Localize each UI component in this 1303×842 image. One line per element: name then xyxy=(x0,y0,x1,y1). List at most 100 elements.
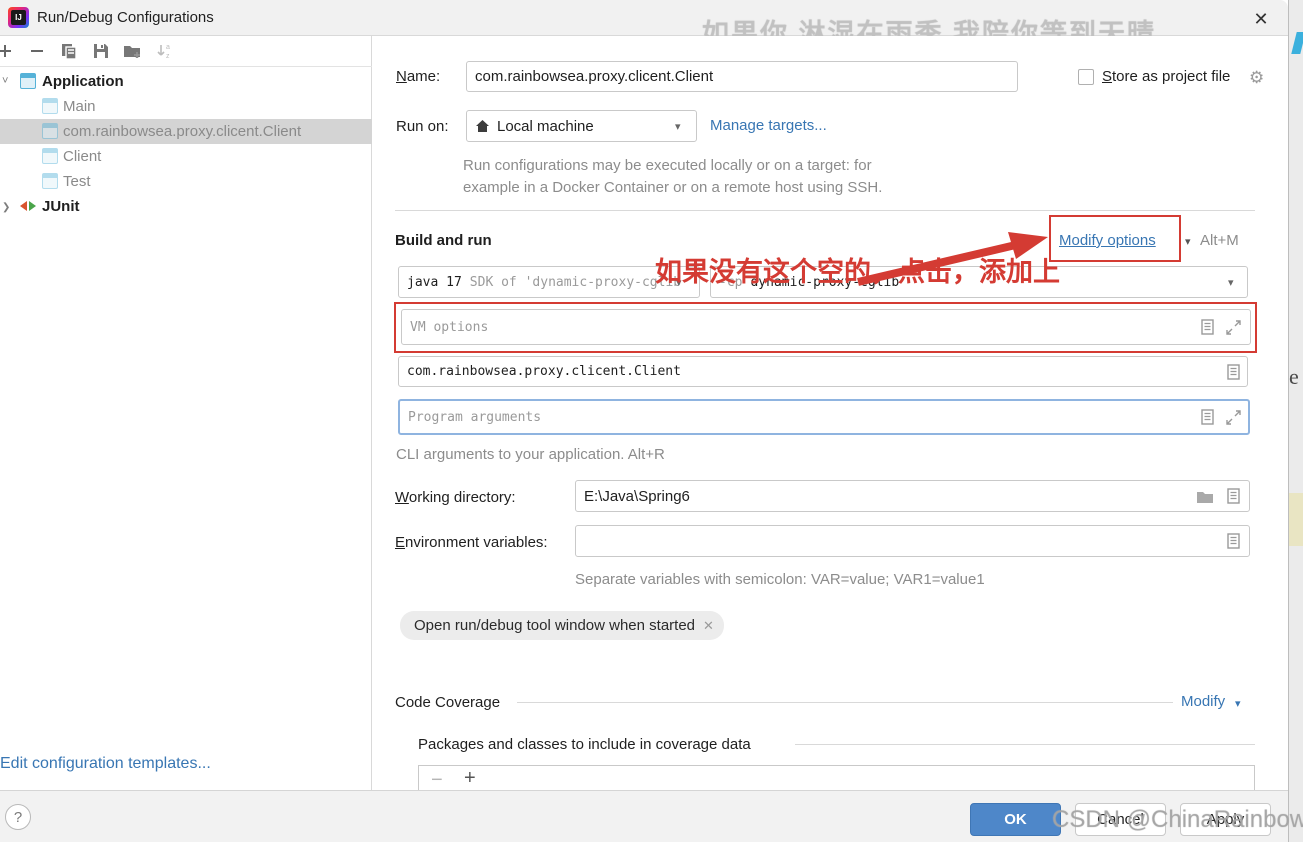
window-title: Run/Debug Configurations xyxy=(37,9,214,26)
run-on-dropdown[interactable]: Local machine xyxy=(466,110,697,142)
junit-icon xyxy=(20,198,36,214)
application-icon xyxy=(42,123,58,139)
svg-text:z: z xyxy=(166,53,170,60)
run-on-help-line2: example in a Docker Container or on a re… xyxy=(463,179,883,196)
apply-button[interactable]: Apply xyxy=(1180,803,1271,836)
application-icon xyxy=(42,98,58,114)
run-on-help-line1: Run configurations may be executed local… xyxy=(463,157,872,174)
manage-targets-link[interactable]: Manage targets... xyxy=(710,117,827,134)
tree-item-junit[interactable]: ❯ JUnit xyxy=(0,194,372,219)
jdk-hint: SDK of 'dynamic-proxy-cglib xyxy=(469,274,682,290)
jre-dropdown[interactable]: java 17 SDK of 'dynamic-proxy-cglib xyxy=(398,266,700,298)
store-as-project-checkbox[interactable] xyxy=(1078,69,1094,85)
svg-text:a: a xyxy=(166,44,170,51)
configuration-form: Name: Store as project file ⚙ Run on: Lo… xyxy=(373,36,1288,790)
list-icon[interactable] xyxy=(1224,487,1242,505)
chevron-right-icon[interactable]: ❯ xyxy=(2,195,16,220)
open-tool-window-chip[interactable]: Open run/debug tool window when started ✕ xyxy=(400,611,724,640)
run-on-label: Run on: xyxy=(396,118,449,135)
application-icon xyxy=(42,173,58,189)
working-directory-input[interactable] xyxy=(575,480,1250,512)
chip-label: Open run/debug tool window when started xyxy=(414,617,696,634)
tree-item-label: Main xyxy=(63,98,96,115)
name-label: Name: xyxy=(396,68,441,85)
divider xyxy=(395,210,1255,211)
tree-item-label: Client xyxy=(63,148,102,165)
remove-icon[interactable] xyxy=(26,40,48,62)
list-icon[interactable] xyxy=(1198,408,1216,426)
run-on-value: Local machine xyxy=(497,117,594,135)
environment-variables-help: Separate variables with semicolon: VAR=v… xyxy=(575,571,985,588)
modify-options-link[interactable]: Modify options xyxy=(1059,232,1156,249)
environment-variables-label: Environment variables: xyxy=(395,534,548,551)
divider xyxy=(795,744,1255,745)
tree-item-label: com.rainbowsea.proxy.clicent.Client xyxy=(63,123,302,140)
program-arguments-input[interactable] xyxy=(398,399,1250,435)
gear-icon[interactable]: ⚙ xyxy=(1249,68,1264,88)
tree-item-label: Test xyxy=(63,173,91,190)
add-icon[interactable]: + xyxy=(464,768,476,788)
remove-icon[interactable]: − xyxy=(431,770,443,790)
coverage-packages-header: Packages and classes to include in cover… xyxy=(418,736,751,753)
cp-flag: -cp xyxy=(719,274,743,290)
help-button[interactable]: ? xyxy=(5,804,31,830)
edit-configuration-templates-link[interactable]: Edit configuration templates... xyxy=(0,755,211,773)
application-icon xyxy=(42,148,58,164)
coverage-packages-panel: − + xyxy=(418,765,1255,790)
background-highlight xyxy=(1289,493,1303,546)
title-bar: Run/Debug Configurations 如果你 淋湿在雨季 我陪你等到… xyxy=(0,0,1288,49)
copy-icon[interactable] xyxy=(58,40,80,62)
environment-variables-input[interactable] xyxy=(575,525,1250,557)
folder-icon[interactable] xyxy=(1196,488,1214,506)
expand-icon[interactable] xyxy=(1224,408,1242,426)
tree-item-label: Application xyxy=(42,73,124,90)
coverage-modify-link[interactable]: Modify xyxy=(1181,693,1225,710)
working-directory-label: Working directory: xyxy=(395,489,516,506)
save-icon[interactable] xyxy=(90,40,112,62)
background-editor-text: e xyxy=(1289,364,1299,389)
chevron-down-icon: ▾ xyxy=(1235,698,1241,710)
vm-options-input[interactable] xyxy=(401,309,1251,345)
tree-item-test[interactable]: Test xyxy=(0,169,372,194)
dialog-footer: ? OK Cancel Apply xyxy=(0,790,1288,842)
close-icon[interactable]: ✕ xyxy=(703,618,714,633)
classpath-dropdown[interactable]: -cp dynamic-proxy-cglib xyxy=(710,266,1248,298)
cp-value: dynamic-proxy-cglib xyxy=(750,274,900,290)
intellij-logo-icon xyxy=(8,7,29,28)
configurations-sidebar: az ˅ Application Main com.rainbowsea.pro… xyxy=(0,36,372,790)
chevron-down-icon[interactable]: ˅ xyxy=(2,69,16,94)
divider xyxy=(517,702,1173,703)
configurations-tree: ˅ Application Main com.rainbowsea.proxy.… xyxy=(0,69,372,219)
list-icon[interactable] xyxy=(1198,318,1216,336)
tree-item-application[interactable]: ˅ Application xyxy=(0,69,372,94)
list-icon[interactable] xyxy=(1224,532,1242,550)
code-coverage-header: Code Coverage xyxy=(395,694,501,711)
add-icon[interactable] xyxy=(0,40,16,62)
chevron-down-icon: ▾ xyxy=(1185,236,1191,248)
background-ide-strip xyxy=(1288,0,1303,842)
home-icon xyxy=(476,120,489,132)
modify-options-shortcut: Alt+M xyxy=(1200,232,1239,249)
sidebar-toolbar: az xyxy=(0,36,372,67)
new-folder-icon[interactable] xyxy=(122,40,144,62)
cancel-button[interactable]: Cancel xyxy=(1075,803,1166,836)
tree-item-main[interactable]: Main xyxy=(0,94,372,119)
ok-button[interactable]: OK xyxy=(970,803,1061,836)
sort-icon: az xyxy=(154,40,176,62)
main-class-input[interactable] xyxy=(398,356,1248,387)
run-debug-configurations-dialog: e Run/Debug Configurations 如果你 淋湿在雨季 我陪你… xyxy=(0,0,1303,842)
close-icon[interactable]: ✕ xyxy=(1248,6,1274,32)
chevron-down-icon: ▾ xyxy=(1228,277,1234,289)
application-icon xyxy=(20,73,36,89)
tree-item-client[interactable]: Client xyxy=(0,144,372,169)
name-input[interactable] xyxy=(466,61,1018,92)
tree-item-client-selected[interactable]: com.rainbowsea.proxy.clicent.Client xyxy=(0,119,372,144)
list-icon[interactable] xyxy=(1224,363,1242,381)
jdk-value: java 17 xyxy=(407,274,462,290)
cli-arguments-help: CLI arguments to your application. Alt+R xyxy=(396,446,665,463)
tree-item-label: JUnit xyxy=(42,198,80,215)
chevron-down-icon: ▾ xyxy=(675,121,681,133)
store-as-project-label: Store as project file xyxy=(1102,68,1231,85)
build-and-run-header: Build and run xyxy=(395,232,492,249)
expand-icon[interactable] xyxy=(1224,318,1242,336)
